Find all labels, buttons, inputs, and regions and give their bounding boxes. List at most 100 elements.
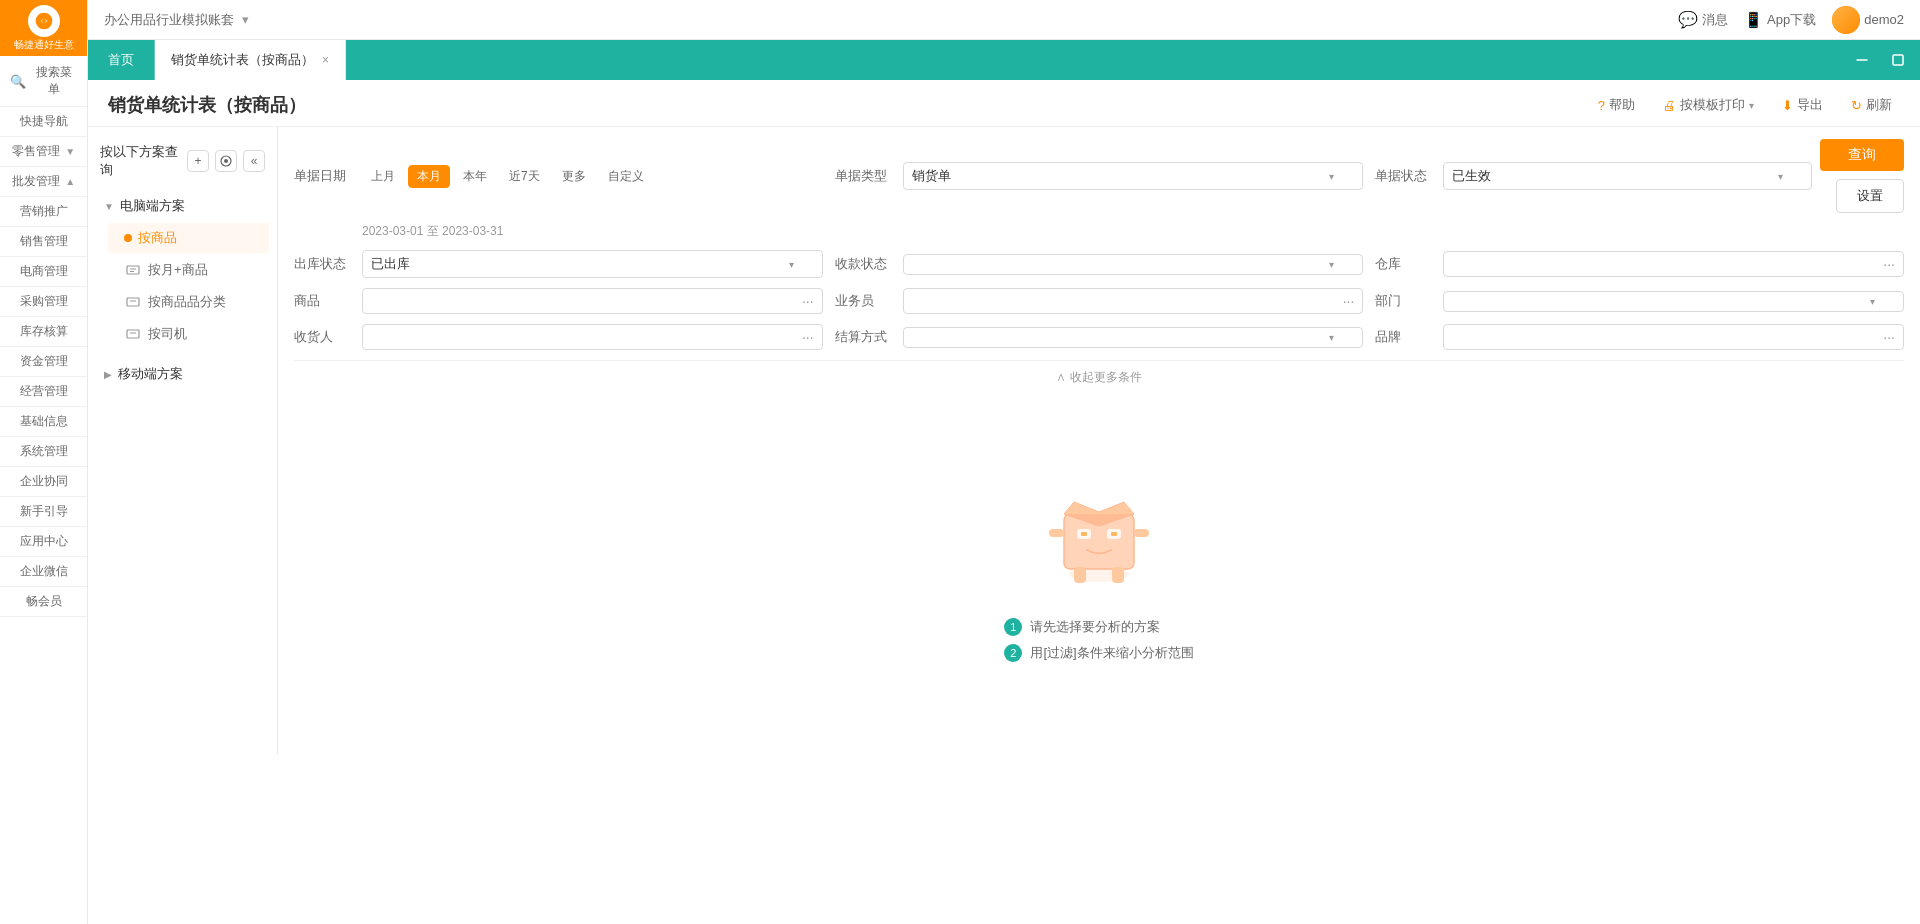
tree-mobile: ▶ 移动端方案 [88, 355, 277, 393]
nav-ecommerce[interactable]: 电商管理 [0, 257, 87, 287]
refresh-label: 刷新 [1866, 96, 1892, 114]
tree-mobile-label: 移动端方案 [118, 365, 183, 383]
date-tab-7days[interactable]: 近7天 [500, 165, 549, 188]
query-btn[interactable]: 查询 [1820, 139, 1904, 171]
receiver-dots-icon[interactable]: ··· [802, 329, 814, 345]
filter-product-input[interactable]: ··· [362, 288, 823, 314]
collapse-btn-label: ∧ 收起更多条件 [1056, 370, 1141, 384]
tree-desktop-parent[interactable]: ▼ 电脑端方案 [88, 191, 277, 221]
filter-receiptstatus-label: 收款状态 [835, 255, 895, 273]
nav-guide[interactable]: 新手引导 [0, 497, 87, 527]
nav-finance[interactable]: 资金管理 [0, 347, 87, 377]
nav-enterprise[interactable]: 企业协同 [0, 467, 87, 497]
nav-app-center[interactable]: 应用中心 [0, 527, 87, 557]
nav-operation[interactable]: 经营管理 [0, 377, 87, 407]
app-download-label: App下载 [1767, 11, 1816, 29]
tip-text-2: 用[过滤]条件来缩小分析范围 [1030, 644, 1193, 662]
settings-btn[interactable]: 设置 [1836, 179, 1904, 213]
username: demo2 [1864, 12, 1904, 27]
date-tab-custom[interactable]: 自定义 [599, 165, 653, 188]
filter-outstatus-cell: 出库状态 已出库 ▾ [294, 250, 823, 278]
nav-purchase[interactable]: 采购管理 [0, 287, 87, 317]
date-tab-current-year[interactable]: 本年 [454, 165, 496, 188]
help-icon: ? [1598, 98, 1605, 113]
page-content: 销货单统计表（按商品） ? 帮助 🖨 按模板打印 ▾ ⬇ 导出 [88, 80, 1920, 924]
print-btn[interactable]: 🖨 按模板打印 ▾ [1655, 92, 1762, 118]
empty-robot-illustration [1039, 474, 1159, 594]
nav-wholesale[interactable]: 批发管理 ▲ [0, 167, 87, 197]
filter-receiptstatus-select[interactable]: ▾ [903, 254, 1364, 275]
tree-desktop: ▼ 电脑端方案 按商品 [88, 187, 277, 355]
filter-receiver-input[interactable]: ··· [362, 324, 823, 350]
filter-receiptstatus-cell: 收款状态 ▾ [835, 254, 1364, 275]
filter-receiver-label: 收货人 [294, 328, 354, 346]
svg-rect-16 [1081, 532, 1087, 536]
nav-basic[interactable]: 基础信息 [0, 407, 87, 437]
filter-doctype-select[interactable]: 销货单 ▾ [903, 162, 1364, 190]
date-tab-current-month[interactable]: 本月 [408, 165, 450, 188]
filter-outstatus-select[interactable]: 已出库 ▾ [362, 250, 823, 278]
date-range-display: 2023-03-01 至 2023-03-31 [362, 223, 1904, 240]
tree-item-label-3: 按司机 [148, 325, 187, 343]
nav-inventory[interactable]: 库存核算 [0, 317, 87, 347]
tab-minimize-btn[interactable] [1848, 46, 1876, 74]
help-btn[interactable]: ? 帮助 [1590, 92, 1643, 118]
nav-quick[interactable]: 快捷导航 [0, 107, 87, 137]
panel-header: 按以下方案查询 + « [88, 135, 277, 187]
warehouse-dots-icon[interactable]: ··· [1883, 256, 1895, 272]
filter-salesperson-label: 业务员 [835, 292, 895, 310]
filter-docstatus-select[interactable]: 已生效 ▾ [1443, 162, 1812, 190]
tree-arrow-desktop: ▼ [104, 201, 114, 212]
panel-edit-btn[interactable] [215, 150, 237, 172]
page-inner: 销货单统计表（按商品） ? 帮助 🖨 按模板打印 ▾ ⬇ 导出 [88, 80, 1920, 924]
receiptstatus-dropdown-icon: ▾ [1329, 259, 1334, 270]
export-btn[interactable]: ⬇ 导出 [1774, 92, 1831, 118]
message-btn[interactable]: 💬 消息 [1678, 10, 1728, 29]
salesperson-dots-icon[interactable]: ··· [1343, 293, 1355, 309]
nav-wechat[interactable]: 企业微信 [0, 557, 87, 587]
header-right: 💬 消息 📱 App下载 demo2 [1678, 6, 1904, 34]
filter-date-label: 单据日期 [294, 167, 354, 185]
nav-retail[interactable]: 零售管理 ▼ [0, 137, 87, 167]
svg-rect-21 [1112, 567, 1124, 583]
filter-salesperson-input[interactable]: ··· [903, 288, 1364, 314]
date-tab-more[interactable]: 更多 [553, 165, 595, 188]
nav-member[interactable]: 畅会员 [0, 587, 87, 617]
page-title: 销货单统计表（按商品） [108, 93, 306, 117]
app-download-icon: 📱 [1744, 11, 1763, 29]
content-layout: 按以下方案查询 + « ▼ 电脑端方案 [88, 127, 1920, 754]
filter-brand-input[interactable]: ··· [1443, 324, 1904, 350]
collapse-more-btn[interactable]: ∧ 收起更多条件 [294, 360, 1904, 394]
nav-sales[interactable]: 销售管理 [0, 227, 87, 257]
date-tab-last-month[interactable]: 上月 [362, 165, 404, 188]
industry-dropdown[interactable]: ▾ [242, 12, 249, 27]
filter-department-select[interactable]: ▾ [1443, 291, 1904, 312]
tree-item-3[interactable]: 按司机 [108, 319, 269, 349]
search-menu-btn[interactable]: 🔍 搜索菜单 [0, 56, 87, 107]
tab-close-btn[interactable]: × [322, 53, 329, 67]
tree-item-0[interactable]: 按商品 [108, 223, 269, 253]
tab-current[interactable]: 销货单统计表（按商品） × [155, 40, 346, 80]
search-menu-label: 搜索菜单 [30, 64, 77, 98]
tree-item-2[interactable]: 按商品品分类 [108, 287, 269, 317]
panel-add-btn[interactable]: + [187, 150, 209, 172]
user-profile[interactable]: demo2 [1832, 6, 1904, 34]
empty-tips: 1 请先选择要分析的方案 2 用[过滤]条件来缩小分析范围 [1004, 618, 1193, 662]
app-download-btn[interactable]: 📱 App下载 [1744, 11, 1816, 29]
tab-maximize-btn[interactable] [1884, 46, 1912, 74]
filter-warehouse-input[interactable]: ··· [1443, 251, 1904, 277]
panel-collapse-btn[interactable]: « [243, 150, 265, 172]
filter-payment-select[interactable]: ▾ [903, 327, 1364, 348]
tree-item-1[interactable]: 按月+商品 [108, 255, 269, 285]
print-icon: 🖨 [1663, 98, 1676, 113]
app-logo: 畅捷通好生意 [0, 0, 87, 56]
product-dots-icon[interactable]: ··· [802, 293, 814, 309]
page-actions: ? 帮助 🖨 按模板打印 ▾ ⬇ 导出 ↻ 刷新 [1590, 92, 1900, 118]
tree-mobile-parent[interactable]: ▶ 移动端方案 [88, 359, 277, 389]
brand-dots-icon[interactable]: ··· [1883, 329, 1895, 345]
nav-system[interactable]: 系统管理 [0, 437, 87, 467]
nav-marketing[interactable]: 营销推广 [0, 197, 87, 227]
tab-home[interactable]: 首页 [88, 40, 155, 80]
refresh-btn[interactable]: ↻ 刷新 [1843, 92, 1900, 118]
tree-children: 按商品 按月+商品 [88, 223, 277, 349]
